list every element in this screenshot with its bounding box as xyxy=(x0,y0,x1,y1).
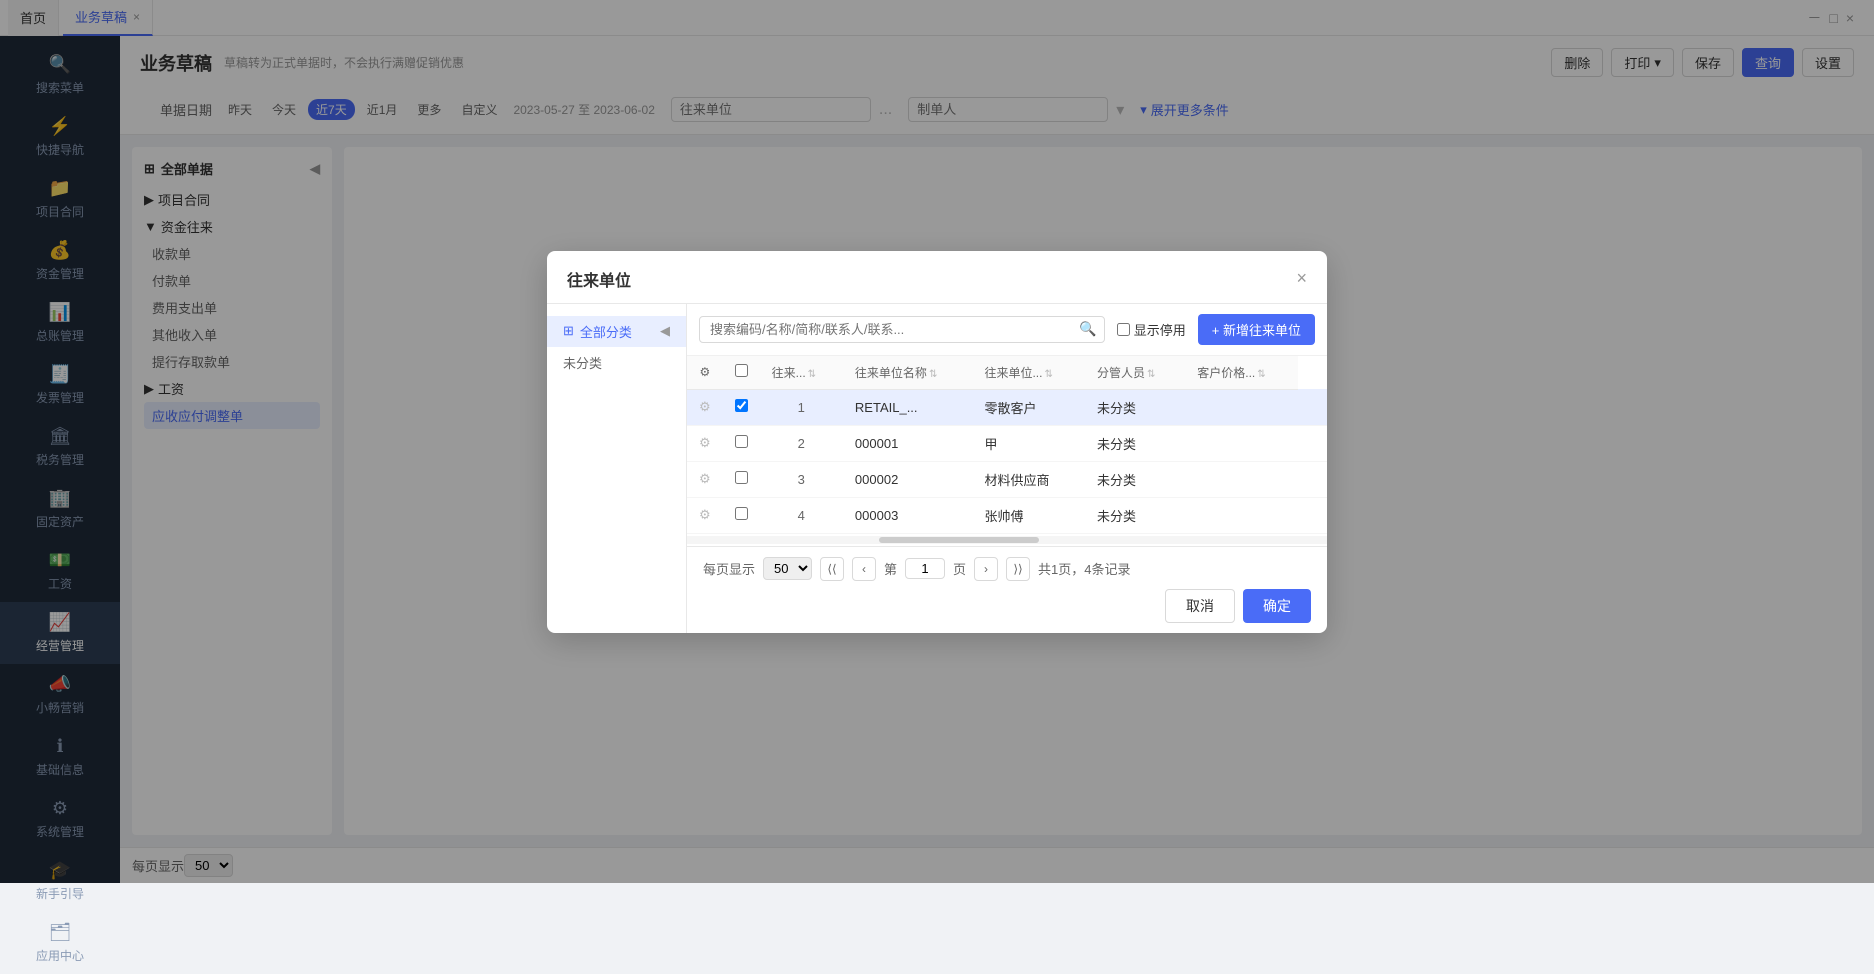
row-category: 未分类 xyxy=(1085,425,1185,461)
dialog-search-bar: 🔍 显示停用 + 新增往来单位 xyxy=(687,304,1327,356)
row-code: 000002 xyxy=(843,461,973,497)
row-name: 甲 xyxy=(972,425,1084,461)
dialog-categories: ⊞ 全部分类 ◀ 未分类 xyxy=(547,304,687,633)
page-input[interactable] xyxy=(905,558,945,579)
collapse-categories-icon[interactable]: ◀ xyxy=(660,323,670,339)
row-num: 3 xyxy=(760,461,843,497)
row-category: 未分类 xyxy=(1085,497,1185,533)
row-settings-icon[interactable]: ⚙ xyxy=(699,471,711,486)
dialog-action-buttons: 取消 确定 xyxy=(703,589,1311,623)
total-info: 共1页，4条记录 xyxy=(1038,559,1130,578)
row-manager xyxy=(1185,389,1297,425)
row-code: RETAIL_... xyxy=(843,389,973,425)
dialog-body: ⊞ 全部分类 ◀ 未分类 🔍 显示停用 xyxy=(547,304,1327,633)
table-header-row: ⚙ 往来...⇅ 往来单位名称⇅ 往来单位...⇅ xyxy=(687,356,1327,390)
row-category: 未分类 xyxy=(1085,461,1185,497)
table-row[interactable]: ⚙ 3 000002 材料供应商 未分类 xyxy=(687,461,1327,497)
row-checkbox[interactable] xyxy=(735,435,748,448)
row-price-level xyxy=(1298,461,1327,497)
category-uncategorized[interactable]: 未分类 xyxy=(547,347,686,378)
row-code: 000001 xyxy=(843,425,973,461)
search-input-wrap: 🔍 xyxy=(699,316,1105,343)
horizontal-scrollbar[interactable] xyxy=(687,536,1327,544)
table-row[interactable]: ⚙ 2 000001 甲 未分类 xyxy=(687,425,1327,461)
confirm-btn[interactable]: 确定 xyxy=(1243,589,1311,623)
select-all-checkbox[interactable] xyxy=(735,364,748,377)
row-category: 未分类 xyxy=(1085,389,1185,425)
th-code: 往来...⇅ xyxy=(760,356,843,390)
row-num: 1 xyxy=(760,389,843,425)
first-page-btn[interactable]: ⟨⟨ xyxy=(820,557,844,581)
row-checkbox[interactable] xyxy=(735,507,748,520)
th-category: 往来单位...⇅ xyxy=(972,356,1084,390)
row-price-level xyxy=(1298,425,1327,461)
row-settings-icon[interactable]: ⚙ xyxy=(699,507,711,522)
th-price-level: 客户价格...⇅ xyxy=(1185,356,1297,390)
new-counterpart-btn[interactable]: + 新增往来单位 xyxy=(1198,314,1315,345)
scrollbar-thumb[interactable] xyxy=(879,537,1039,543)
row-manager xyxy=(1185,425,1297,461)
row-settings-icon[interactable]: ⚙ xyxy=(699,399,711,414)
row-code: 000003 xyxy=(843,497,973,533)
th-name: 往来单位名称⇅ xyxy=(843,356,973,390)
pagination: 每页显示 50 ⟨⟨ ‹ 第 页 › ⟩⟩ 共1页，4条记录 xyxy=(703,557,1311,581)
dialog-header: 往来单位 × xyxy=(547,251,1327,304)
table-row[interactable]: ⚙ 1 RETAIL_... 零散客户 未分类 xyxy=(687,389,1327,425)
row-price-level xyxy=(1298,497,1327,533)
dialog-table: ⚙ 往来...⇅ 往来单位名称⇅ 往来单位...⇅ xyxy=(687,356,1327,534)
next-page-btn[interactable]: › xyxy=(974,557,998,581)
show-disabled-label[interactable]: 显示停用 xyxy=(1117,320,1186,339)
app-center-icon: 🗂 xyxy=(49,922,72,943)
dialog-title: 往来单位 xyxy=(567,267,631,291)
th-manager: 分管人员⇅ xyxy=(1085,356,1185,390)
dialog-footer: 每页显示 50 ⟨⟨ ‹ 第 页 › ⟩⟩ 共1页，4条记录 xyxy=(687,546,1327,633)
row-manager xyxy=(1185,461,1297,497)
counterpart-dialog: 往来单位 × ⊞ 全部分类 ◀ 未分类 xyxy=(547,251,1327,633)
row-name: 材料供应商 xyxy=(972,461,1084,497)
row-name: 零散客户 xyxy=(972,389,1084,425)
row-name: 张帅傅 xyxy=(972,497,1084,533)
settings-col-icon[interactable]: ⚙ xyxy=(699,365,710,379)
show-disabled-checkbox[interactable] xyxy=(1117,323,1130,336)
search-icon[interactable]: 🔍 xyxy=(1079,321,1096,338)
cancel-btn[interactable]: 取消 xyxy=(1165,589,1235,623)
row-manager xyxy=(1185,497,1297,533)
dialog-right-panel: 🔍 显示停用 + 新增往来单位 ⚙ xyxy=(687,304,1327,633)
row-checkbox[interactable] xyxy=(735,471,748,484)
last-page-btn[interactable]: ⟩⟩ xyxy=(1006,557,1030,581)
sidebar-item-app-center[interactable]: 🗂 应用中心 xyxy=(0,912,120,974)
row-price-level xyxy=(1298,389,1327,425)
row-checkbox[interactable] xyxy=(735,399,748,412)
row-num: 4 xyxy=(760,497,843,533)
dialog-close-btn[interactable]: × xyxy=(1296,268,1307,289)
category-all[interactable]: ⊞ 全部分类 ◀ xyxy=(547,316,686,347)
dialog-overlay: 往来单位 × ⊞ 全部分类 ◀ 未分类 xyxy=(0,0,1874,883)
category-all-icon: ⊞ xyxy=(563,323,574,339)
prev-page-btn[interactable]: ‹ xyxy=(852,557,876,581)
row-settings-icon[interactable]: ⚙ xyxy=(699,435,711,450)
counterpart-search-input[interactable] xyxy=(699,316,1105,343)
table-row[interactable]: ⚙ 4 000003 张帅傅 未分类 xyxy=(687,497,1327,533)
row-num: 2 xyxy=(760,425,843,461)
per-page-select[interactable]: 50 xyxy=(763,557,812,580)
